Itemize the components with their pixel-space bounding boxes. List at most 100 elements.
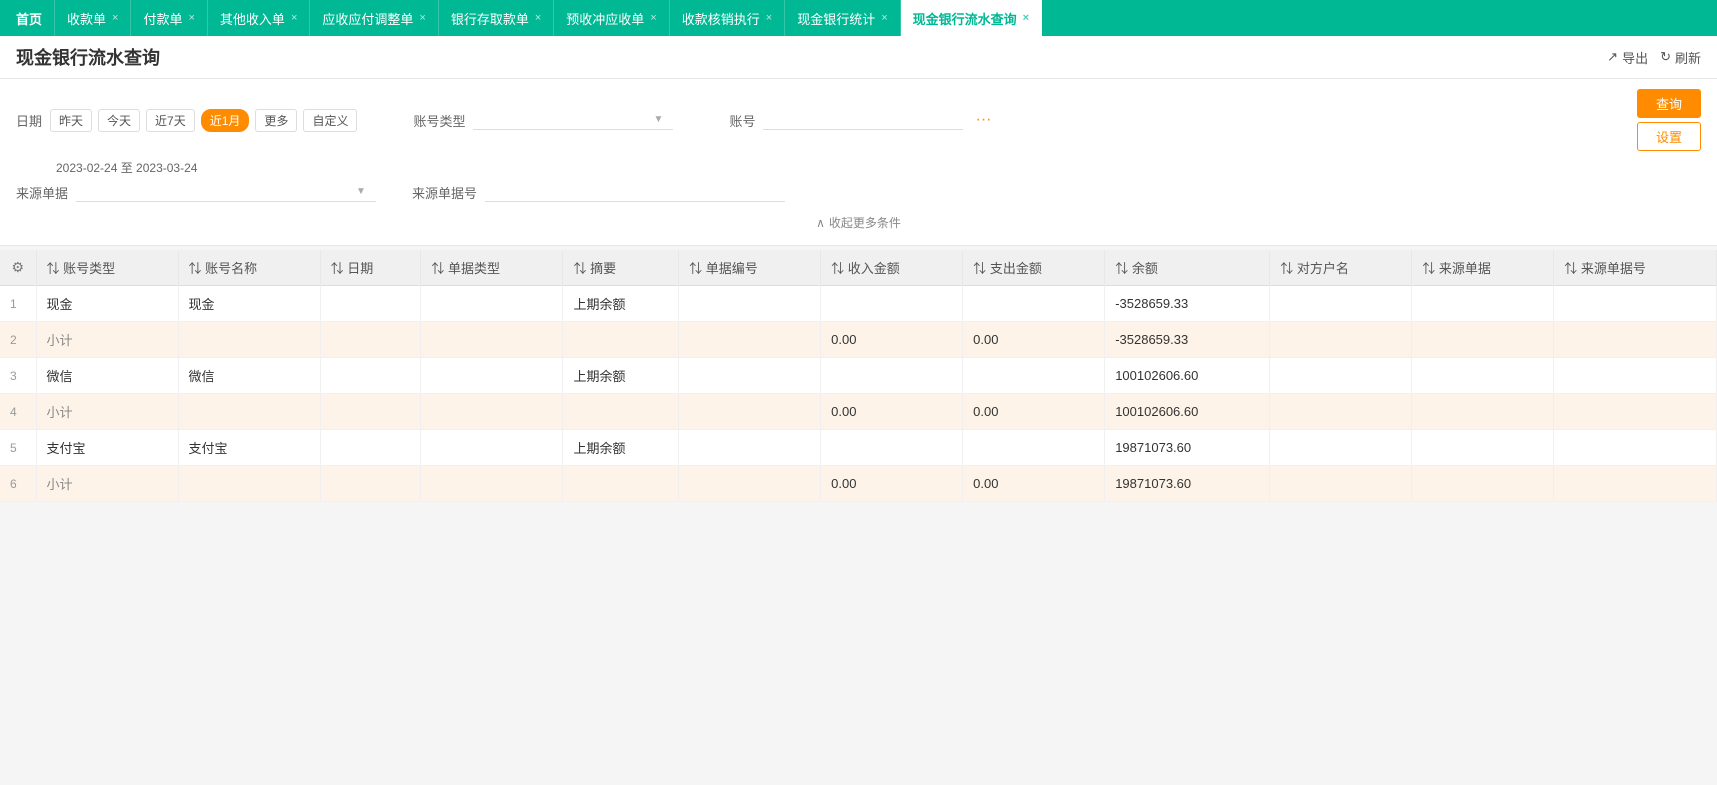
row-counterpart [1270, 322, 1412, 358]
nav-tab-home[interactable]: 首页 [4, 0, 55, 36]
nav-tab-verify-exec-close[interactable]: × [766, 12, 772, 24]
date-btn-7days[interactable]: 近7天 [146, 109, 195, 132]
table-row[interactable]: 4小计0.000.00100102606.60 [0, 394, 1717, 430]
nav-tab-payment[interactable]: 付款单 × [131, 0, 207, 36]
row-doc-no [679, 286, 821, 322]
nav-tab-cash-bank-flow-close[interactable]: × [1023, 12, 1029, 24]
settings-button[interactable]: 设置 [1637, 122, 1701, 151]
th-account-name-sort-icon: ⇅ [189, 261, 202, 276]
row-expense [963, 286, 1105, 322]
row-income: 0.00 [821, 394, 963, 430]
account-type-select-wrapper[interactable]: 现金 微信 支付宝 ▼ [473, 110, 673, 130]
nav-tab-ar-ap-adjust-close[interactable]: × [419, 12, 425, 24]
account-input[interactable] [763, 110, 963, 130]
row-counterpart [1270, 466, 1412, 502]
nav-tab-receipt[interactable]: 收款单 × [55, 0, 131, 36]
date-filter-label: 日期 [16, 111, 42, 130]
row-source-doc [1412, 322, 1554, 358]
nav-tab-cash-bank-flow[interactable]: 现金银行流水查询 × [901, 0, 1042, 36]
th-source-doc[interactable]: ⇅ 来源单据 [1412, 250, 1554, 286]
nav-tab-bank-deposit-close[interactable]: × [535, 12, 541, 24]
nav-tab-other-income[interactable]: 其他收入单 × [208, 0, 310, 36]
th-balance[interactable]: ⇅ 余额 [1105, 250, 1270, 286]
page-header: 现金银行流水查询 ↗ 导出 ↻ 刷新 [0, 36, 1717, 79]
account-dots-button[interactable]: ··· [971, 111, 995, 129]
nav-tab-bank-deposit[interactable]: 银行存取款单 × [439, 0, 554, 36]
th-account-type[interactable]: ⇅ 账号类型 [36, 250, 178, 286]
date-btn-today[interactable]: 今天 [98, 109, 140, 132]
row-balance: 100102606.60 [1105, 358, 1270, 394]
query-button[interactable]: 查询 [1637, 89, 1701, 118]
th-income[interactable]: ⇅ 收入金额 [821, 250, 963, 286]
source-doc-no-label: 来源单据号 [412, 183, 477, 202]
row-balance: 19871073.60 [1105, 430, 1270, 466]
action-buttons: 查询 设置 [1637, 89, 1701, 151]
export-label: 导出 [1622, 48, 1648, 67]
nav-tab-pre-charge-label: 预收冲应收单 [566, 9, 644, 28]
row-income: 0.00 [821, 466, 963, 502]
th-expense[interactable]: ⇅ 支出金额 [963, 250, 1105, 286]
collapse-label: 收起更多条件 [829, 214, 901, 231]
source-doc-label: 来源单据 [16, 183, 68, 202]
export-button[interactable]: ↗ 导出 [1607, 48, 1648, 67]
th-account-name[interactable]: ⇅ 账号名称 [178, 250, 320, 286]
row-summary [563, 394, 679, 430]
date-btn-yesterday[interactable]: 昨天 [50, 109, 92, 132]
refresh-button[interactable]: ↻ 刷新 [1660, 48, 1701, 67]
date-btn-custom[interactable]: 自定义 [303, 109, 357, 132]
date-btn-more[interactable]: 更多 [255, 109, 297, 132]
row-date [320, 358, 421, 394]
th-summary[interactable]: ⇅ 摘要 [563, 250, 679, 286]
date-btn-1month[interactable]: 近1月 [201, 109, 250, 132]
row-account-type: 小计 [36, 394, 178, 430]
th-doc-no[interactable]: ⇅ 单据编号 [679, 250, 821, 286]
source-doc-no-input[interactable] [485, 182, 785, 202]
nav-tab-cash-bank-stat-close[interactable]: × [881, 12, 887, 24]
th-balance-sort-icon: ⇅ [1115, 261, 1128, 276]
row-doc-type [421, 430, 563, 466]
th-gear[interactable]: ⚙ [0, 250, 36, 286]
date-range-text: 2023-02-24 至 2023-03-24 [56, 161, 197, 175]
th-source-doc-no[interactable]: ⇅ 来源单据号 [1554, 250, 1717, 286]
row-source-doc-no [1554, 394, 1717, 430]
date-filter: 日期 昨天 今天 近7天 近1月 更多 自定义 [16, 109, 357, 132]
collapse-button[interactable]: ∧ 收起更多条件 [16, 210, 1701, 235]
nav-tab-other-income-close[interactable]: × [291, 12, 297, 24]
row-expense [963, 358, 1105, 394]
row-source-doc [1412, 286, 1554, 322]
nav-tab-ar-ap-adjust-label: 应收应付调整单 [322, 9, 413, 28]
table-row[interactable]: 1现金现金上期余额-3528659.33 [0, 286, 1717, 322]
row-source-doc [1412, 358, 1554, 394]
row-account-type: 支付宝 [36, 430, 178, 466]
row-counterpart [1270, 394, 1412, 430]
table-row[interactable]: 6小计0.000.0019871073.60 [0, 466, 1717, 502]
table-row[interactable]: 3微信微信上期余额100102606.60 [0, 358, 1717, 394]
gear-icon[interactable]: ⚙ [11, 259, 24, 275]
table-row[interactable]: 5支付宝支付宝上期余额19871073.60 [0, 430, 1717, 466]
nav-tab-cash-bank-stat[interactable]: 现金银行统计 × [785, 0, 900, 36]
th-counterpart[interactable]: ⇅ 对方户名 [1270, 250, 1412, 286]
nav-tab-receipt-close[interactable]: × [112, 12, 118, 24]
th-source-doc-no-label: 来源单据号 [1581, 261, 1646, 276]
row-source-doc-no [1554, 466, 1717, 502]
account-type-select[interactable]: 现金 微信 支付宝 [473, 110, 653, 129]
nav-tab-pre-charge[interactable]: 预收冲应收单 × [554, 0, 669, 36]
nav-tab-payment-close[interactable]: × [188, 12, 194, 24]
nav-tab-verify-exec[interactable]: 收款核销执行 × [670, 0, 785, 36]
nav-tab-ar-ap-adjust[interactable]: 应收应付调整单 × [310, 0, 438, 36]
data-table-container: ⚙ ⇅ 账号类型 ⇅ 账号名称 ⇅ 日期 ⇅ 单据类型 [0, 250, 1717, 502]
row-source-doc [1412, 466, 1554, 502]
top-navigation: 首页 收款单 × 付款单 × 其他收入单 × 应收应付调整单 × 银行存取款单 … [0, 0, 1717, 36]
row-balance: 100102606.60 [1105, 394, 1270, 430]
th-date[interactable]: ⇅ 日期 [320, 250, 421, 286]
account-type-select-arrow: ▼ [653, 114, 663, 125]
nav-tab-pre-charge-close[interactable]: × [650, 12, 656, 24]
th-source-doc-no-sort-icon: ⇅ [1564, 261, 1577, 276]
source-doc-select[interactable] [76, 182, 356, 201]
th-account-type-sort-icon: ⇅ [47, 261, 60, 276]
table-row[interactable]: 2小计0.000.00-3528659.33 [0, 322, 1717, 358]
account-type-label: 账号类型 [413, 111, 465, 130]
source-doc-select-wrapper[interactable]: ▼ [76, 182, 376, 202]
th-doc-type[interactable]: ⇅ 单据类型 [421, 250, 563, 286]
th-counterpart-sort-icon: ⇅ [1280, 261, 1293, 276]
